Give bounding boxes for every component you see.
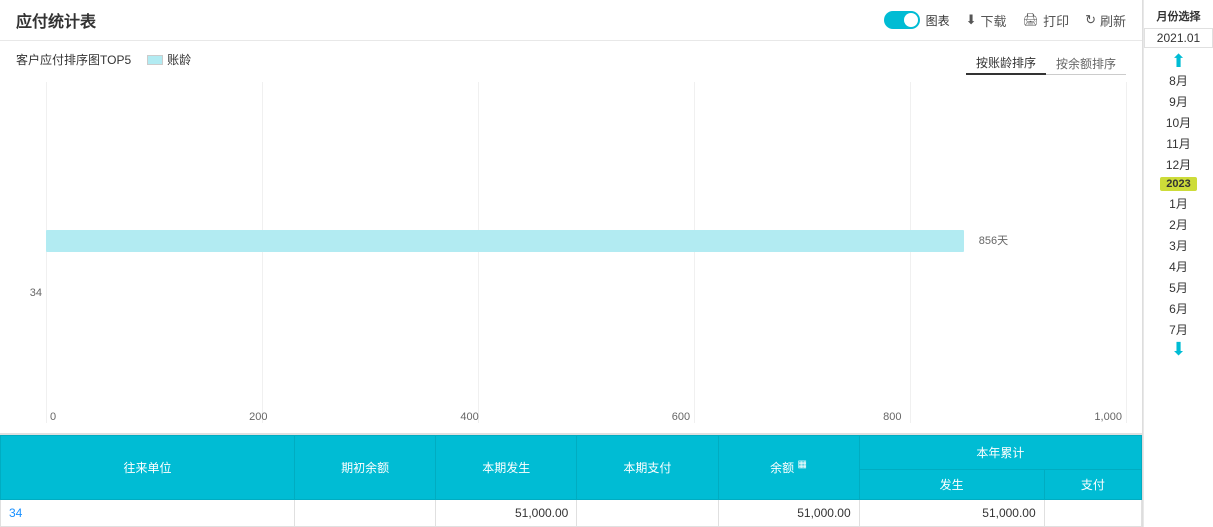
balance-icon: ▦ bbox=[798, 459, 807, 470]
month-1[interactable]: 1月 bbox=[1144, 193, 1213, 214]
table-body: 34 51,000.00 51,000.00 51,000.00 bbox=[1, 500, 1142, 527]
x-label-800: 800 bbox=[883, 411, 901, 423]
chart-toggle-wrap: 图表 bbox=[884, 11, 950, 29]
x-label-1000: 1,000 bbox=[1094, 411, 1122, 423]
table-section: 往来单位 期初余额 本期发生 本期支付 余额 ▦ 本年累计 发生 支付 bbox=[0, 433, 1142, 527]
col-current-occur: 本期发生 bbox=[436, 436, 577, 500]
month-2[interactable]: 2月 bbox=[1144, 214, 1213, 235]
bar-container: 856天 bbox=[46, 82, 1126, 399]
chart-container: 客户应付排序图TOP5 账龄 按账龄排序 按余额排序 34 bbox=[16, 51, 1126, 423]
legend-label: 客户应付排序图TOP5 bbox=[16, 51, 131, 68]
bar-right-label: 856天 bbox=[979, 230, 1008, 252]
x-label-600: 600 bbox=[672, 411, 690, 423]
cell-vendor: 34 bbox=[1, 500, 295, 527]
col-ytd-occur: 发生 bbox=[859, 470, 1044, 500]
refresh-icon: ↻ bbox=[1085, 12, 1096, 28]
download-button[interactable]: ⬇ 下载 bbox=[966, 11, 1007, 30]
bar-row: 856天 bbox=[46, 230, 1126, 252]
month-8[interactable]: 8月 bbox=[1144, 70, 1213, 91]
scroll-down-button[interactable]: ⬇ bbox=[1171, 340, 1186, 358]
chart-toggle[interactable] bbox=[884, 11, 920, 29]
legend-aging-label: 账龄 bbox=[167, 51, 191, 68]
month-12[interactable]: 12月 bbox=[1144, 154, 1213, 175]
x-label-0: 0 bbox=[50, 411, 56, 423]
month-4[interactable]: 4月 bbox=[1144, 256, 1213, 277]
month-3[interactable]: 3月 bbox=[1144, 235, 1213, 256]
month-5[interactable]: 5月 bbox=[1144, 277, 1213, 298]
chart-section: 客户应付排序图TOP5 账龄 按账龄排序 按余额排序 34 bbox=[0, 41, 1142, 433]
legend-item-top5: 客户应付排序图TOP5 bbox=[16, 51, 131, 68]
chart-toggle-label: 图表 bbox=[926, 12, 950, 29]
chart-inner: 856天 0 200 400 600 800 1,000 bbox=[46, 82, 1126, 423]
header-actions: 图表 ⬇ 下载 🖨 打印 ↻ 刷新 bbox=[884, 11, 1126, 30]
month-9[interactable]: 9月 bbox=[1144, 91, 1213, 112]
col-opening: 期初余额 bbox=[295, 436, 436, 500]
col-ytd-pay: 支付 bbox=[1044, 470, 1141, 500]
col-ytd: 本年累计 bbox=[859, 436, 1141, 470]
print-button[interactable]: 🖨 打印 bbox=[1023, 11, 1070, 30]
cell-current-occur: 51,000.00 bbox=[436, 500, 577, 527]
sidebar-title: 月份选择 bbox=[1157, 8, 1201, 24]
cell-opening bbox=[295, 500, 436, 527]
month-11[interactable]: 11月 bbox=[1144, 133, 1213, 154]
table-header-row: 往来单位 期初余额 本期发生 本期支付 余额 ▦ 本年累计 bbox=[1, 436, 1142, 470]
bar-fill bbox=[46, 230, 964, 252]
legend-item-aging: 账龄 bbox=[147, 51, 191, 68]
chart-area: 34 856天 bbox=[16, 82, 1126, 423]
col-balance: 余额 ▦ bbox=[718, 436, 859, 500]
chart-legend: 客户应付排序图TOP5 账龄 bbox=[16, 51, 191, 68]
page-title: 应付统计表 bbox=[16, 8, 96, 32]
x-label-200: 200 bbox=[249, 411, 267, 423]
y-axis: 34 bbox=[16, 82, 46, 423]
month-10[interactable]: 10月 bbox=[1144, 112, 1213, 133]
download-icon: ⬇ bbox=[966, 12, 977, 28]
x-label-400: 400 bbox=[460, 411, 478, 423]
x-axis: 0 200 400 600 800 1,000 bbox=[46, 411, 1126, 423]
sort-by-amount-button[interactable]: 按余额排序 bbox=[1046, 53, 1126, 75]
month-7[interactable]: 7月 bbox=[1144, 319, 1213, 340]
date-display[interactable]: 2021.01 bbox=[1144, 28, 1213, 48]
year-2023-badge: 2023 bbox=[1160, 177, 1196, 191]
sort-by-balance-button[interactable]: 按账龄排序 bbox=[966, 52, 1046, 75]
scroll-up-button[interactable]: ⬆ bbox=[1171, 52, 1186, 70]
col-vendor: 往来单位 bbox=[1, 436, 295, 500]
right-sidebar: 月份选择 2021.01 ⬆ 8月 9月 10月 11月 12月 2023 1月… bbox=[1143, 0, 1213, 527]
cell-ytd-occur: 51,000.00 bbox=[859, 500, 1044, 527]
chart-sort-buttons: 按账龄排序 按余额排序 bbox=[966, 52, 1126, 75]
legend-color-box bbox=[147, 55, 163, 65]
col-current-pay: 本期支付 bbox=[577, 436, 718, 500]
table-row: 34 51,000.00 51,000.00 51,000.00 bbox=[1, 500, 1142, 527]
grid-line-1000 bbox=[1126, 82, 1127, 423]
cell-balance: 51,000.00 bbox=[718, 500, 859, 527]
print-icon: 🖨 bbox=[1023, 12, 1040, 28]
page-header: 应付统计表 图表 ⬇ 下载 🖨 打印 ↻ 刷新 bbox=[0, 0, 1142, 41]
cell-ytd-pay bbox=[1044, 500, 1141, 527]
y-label: 34 bbox=[30, 287, 42, 299]
vendor-link[interactable]: 34 bbox=[9, 506, 22, 520]
cell-current-pay bbox=[577, 500, 718, 527]
refresh-button[interactable]: ↻ 刷新 bbox=[1085, 11, 1126, 30]
data-table: 往来单位 期初余额 本期发生 本期支付 余额 ▦ 本年累计 发生 支付 bbox=[0, 435, 1142, 527]
month-6[interactable]: 6月 bbox=[1144, 298, 1213, 319]
